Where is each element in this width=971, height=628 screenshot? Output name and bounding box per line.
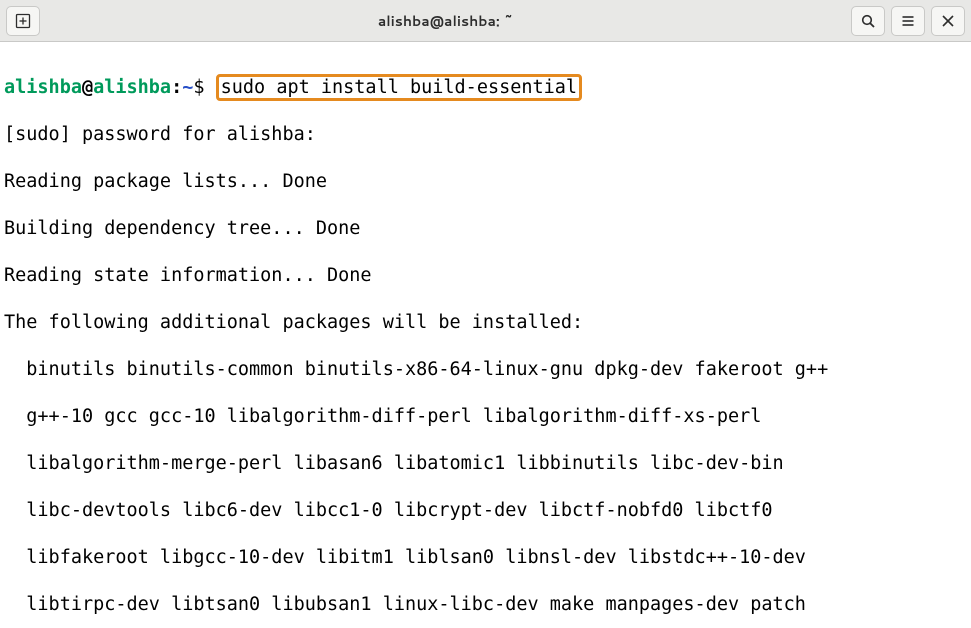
- output-line: Building dependency tree... Done: [4, 217, 967, 241]
- prompt-colon: :: [171, 77, 182, 98]
- search-button[interactable]: [851, 6, 885, 36]
- prompt-host: alishba: [93, 77, 171, 98]
- new-tab-icon: [15, 13, 31, 29]
- output-line: [sudo] password for alishba:: [4, 123, 967, 147]
- output-line: libfakeroot libgcc-10-dev libitm1 liblsa…: [4, 546, 967, 570]
- prompt-line: alishba@alishba:~$ sudo apt install buil…: [4, 76, 967, 100]
- output-line: libc-devtools libc6-dev libcc1-0 libcryp…: [4, 499, 967, 523]
- prompt-at: @: [82, 77, 93, 98]
- output-line: libalgorithm-merge-perl libasan6 libatom…: [4, 452, 967, 476]
- window-title: alishba@alishba: ~: [46, 11, 845, 31]
- close-button[interactable]: [931, 6, 965, 36]
- new-tab-button[interactable]: [6, 6, 40, 36]
- output-line: binutils binutils-common binutils-x86-64…: [4, 358, 967, 382]
- menu-button[interactable]: [891, 6, 925, 36]
- output-line: The following additional packages will b…: [4, 311, 967, 335]
- output-line: Reading state information... Done: [4, 264, 967, 288]
- terminal-output[interactable]: alishba@alishba:~$ sudo apt install buil…: [0, 42, 971, 628]
- prompt-path: ~: [182, 77, 193, 98]
- search-icon: [860, 13, 876, 29]
- output-line: g++-10 gcc gcc-10 libalgorithm-diff-perl…: [4, 405, 967, 429]
- prompt-user: alishba: [4, 77, 82, 98]
- output-line: libtirpc-dev libtsan0 libubsan1 linux-li…: [4, 593, 967, 617]
- hamburger-icon: [900, 13, 916, 29]
- output-line: Reading package lists... Done: [4, 170, 967, 194]
- close-icon: [941, 14, 955, 28]
- titlebar: alishba@alishba: ~: [0, 0, 971, 42]
- prompt-dollar: $: [193, 77, 215, 98]
- command-highlight: sudo apt install build-essential: [216, 74, 582, 101]
